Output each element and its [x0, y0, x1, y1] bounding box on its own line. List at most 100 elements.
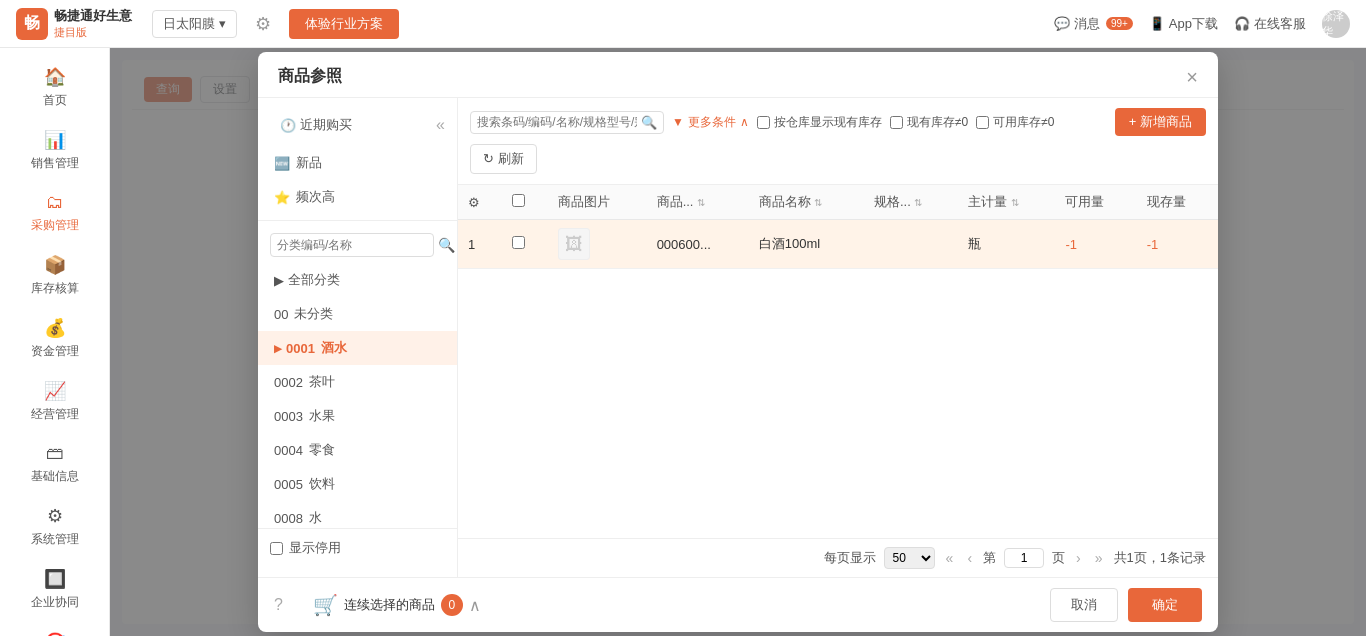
page-size-select[interactable]: 102050100 [884, 547, 935, 569]
cancel-btn[interactable]: 取消 [1050, 588, 1118, 622]
footer-right: 取消 确定 [1050, 588, 1202, 622]
prev-page-btn[interactable]: ‹ [964, 550, 975, 566]
row-checkbox[interactable] [512, 236, 525, 249]
sidebar-item-purchase[interactable]: 🗂 采购管理 [0, 182, 109, 244]
cart-icon: 🛒 [313, 593, 338, 617]
gear-icon[interactable]: ⚙ [255, 13, 271, 35]
trial-btn[interactable]: 体验行业方案 [289, 9, 399, 39]
sidebar-item-guide[interactable]: 🎯 新手引导 [0, 621, 109, 636]
more-conditions-btn[interactable]: ▼ 更多条件 ∧ [672, 114, 749, 131]
messages-btn[interactable]: 💬 消息 99+ [1054, 15, 1133, 33]
sidebar-item-basic-info[interactable]: 🗃 基础信息 [0, 433, 109, 495]
expand-icon: ▶ [274, 273, 284, 288]
category-search-input[interactable] [270, 233, 434, 257]
cart-area: 🛒 连续选择的商品 0 ∧ [313, 593, 481, 617]
sort-icon-spec[interactable]: ⇅ [914, 197, 922, 208]
category-4[interactable]: 0004 零食 [258, 433, 457, 467]
col-code: 商品... ⇅ [647, 185, 749, 220]
online-service-btn[interactable]: 🎧 在线客服 [1234, 15, 1306, 33]
col-img: 商品图片 [548, 185, 647, 220]
cell-name: 白酒100ml [749, 220, 864, 269]
operations-icon: 📈 [44, 380, 66, 402]
left-panel-top: 🕐 近期购买 « [258, 108, 457, 146]
sort-icon-name[interactable]: ⇅ [814, 197, 822, 208]
filter-icon: ▼ [672, 115, 684, 129]
filter-row: 🔍 ▼ 更多条件 ∧ 按仓库显示现有库存 [458, 98, 1218, 185]
logo-area: 畅 畅捷通好生意 捷目版 [16, 7, 132, 40]
new-product-nav[interactable]: 🆕 新品 [258, 146, 457, 180]
confirm-btn[interactable]: 确定 [1128, 588, 1202, 622]
basic-info-icon: 🗃 [46, 443, 64, 464]
cell-img: 🖼 [548, 220, 647, 269]
recent-buy-btn[interactable]: 🕐 近期购买 [270, 112, 362, 138]
first-page-btn[interactable]: « [943, 550, 957, 566]
star-icon: ⭐ [274, 190, 290, 205]
category-2[interactable]: 0002 茶叶 [258, 365, 457, 399]
sidebar-item-system[interactable]: ⚙ 系统管理 [0, 495, 109, 558]
select-all-checkbox[interactable] [512, 194, 525, 207]
checkbox-existing-stock[interactable]: 现有库存≠0 [890, 114, 968, 131]
divider [258, 220, 457, 221]
purchase-icon: 🗂 [46, 192, 64, 213]
help-icon[interactable]: ? [274, 596, 283, 614]
sort-icon-code[interactable]: ⇅ [697, 197, 705, 208]
app-download-btn[interactable]: 📱 App下载 [1149, 15, 1218, 33]
add-product-btn[interactable]: + 新增商品 [1115, 108, 1206, 136]
category-5[interactable]: 0005 饮料 [258, 467, 457, 501]
product-reference-modal: 商品参照 × 🕐 近期购买 « [258, 52, 1218, 632]
sort-icon-unit[interactable]: ⇅ [1011, 197, 1019, 208]
product-search-input[interactable] [477, 115, 637, 129]
cart-collapse-icon[interactable]: ∧ [469, 596, 481, 615]
collapse-btn[interactable]: « [436, 116, 445, 134]
col-name: 商品名称 ⇅ [749, 185, 864, 220]
search-icon[interactable]: 🔍 [641, 115, 657, 130]
user-profile-btn[interactable]: 徐泽华 [1322, 10, 1350, 38]
refresh-btn[interactable]: ↻ 刷新 [470, 144, 537, 174]
category-3[interactable]: 0003 水果 [258, 399, 457, 433]
col-stock: 现存量 [1137, 185, 1218, 220]
col-settings[interactable]: ⚙ [458, 185, 502, 220]
header-right: 💬 消息 99+ 📱 App下载 🎧 在线客服 徐泽华 [1054, 10, 1350, 38]
page-number-input[interactable] [1004, 548, 1044, 568]
category-0[interactable]: 00 未分类 [258, 297, 457, 331]
sidebar-item-home[interactable]: 🏠 首页 [0, 56, 109, 119]
high-freq-nav[interactable]: ⭐ 频次高 [258, 180, 457, 214]
show-disabled-checkbox[interactable] [270, 542, 283, 555]
col-unit: 主计量 ⇅ [958, 185, 1055, 220]
enterprise-icon: 🔲 [44, 568, 66, 590]
sidebar: 🏠 首页 📊 销售管理 🗂 采购管理 📦 库存核算 💰 资金管理 📈 经营管理 … [0, 48, 110, 636]
cell-num: 1 [458, 220, 502, 269]
sidebar-item-finance[interactable]: 💰 资金管理 [0, 307, 109, 370]
cell-code: 000600... [647, 220, 749, 269]
col-checkbox [502, 185, 547, 220]
last-page-btn[interactable]: » [1092, 550, 1106, 566]
logo-text: 畅捷通好生意 捷目版 [54, 7, 132, 40]
sidebar-item-sales[interactable]: 📊 销售管理 [0, 119, 109, 182]
clock-icon: 🕐 [280, 118, 296, 133]
sidebar-item-operations[interactable]: 📈 经营管理 [0, 370, 109, 433]
inventory-icon: 📦 [44, 254, 66, 276]
product-table-wrap: ⚙ 商品图片 商品... ⇅ 商品名称 [458, 185, 1218, 538]
store-dropdown[interactable]: 日太阳膜 ▾ [152, 10, 237, 38]
home-icon: 🏠 [44, 66, 66, 88]
sidebar-item-enterprise[interactable]: 🔲 企业协同 [0, 558, 109, 621]
category-1[interactable]: ▶ 0001 酒水 [258, 331, 457, 365]
active-triangle: ▶ [274, 343, 282, 354]
top-header: 畅 畅捷通好生意 捷目版 日太阳膜 ▾ ⚙ 体验行业方案 💬 消息 99+ 📱 … [0, 0, 1366, 48]
cell-unit: 瓶 [958, 220, 1055, 269]
table-row[interactable]: 1 🖼 000600... 白酒100ml 瓶 [458, 220, 1218, 269]
category-6[interactable]: 0008 水 [258, 501, 457, 528]
modal-close-btn[interactable]: × [1186, 67, 1198, 87]
sidebar-item-inventory[interactable]: 📦 库存核算 [0, 244, 109, 307]
col-spec: 规格... ⇅ [864, 185, 958, 220]
category-search-icon[interactable]: 🔍 [438, 237, 455, 253]
category-all[interactable]: ▶ 全部分类 [258, 263, 457, 297]
chevron-down-icon: ▾ [219, 16, 226, 31]
phone-icon: 📱 [1149, 16, 1165, 31]
checkbox-warehouse-stock[interactable]: 按仓库显示现有库存 [757, 114, 882, 131]
cell-check[interactable] [502, 220, 547, 269]
next-page-btn[interactable]: › [1073, 550, 1084, 566]
modal-title: 商品参照 [278, 66, 342, 87]
guide-icon: 🎯 [44, 631, 66, 636]
checkbox-available-stock[interactable]: 可用库存≠0 [976, 114, 1054, 131]
